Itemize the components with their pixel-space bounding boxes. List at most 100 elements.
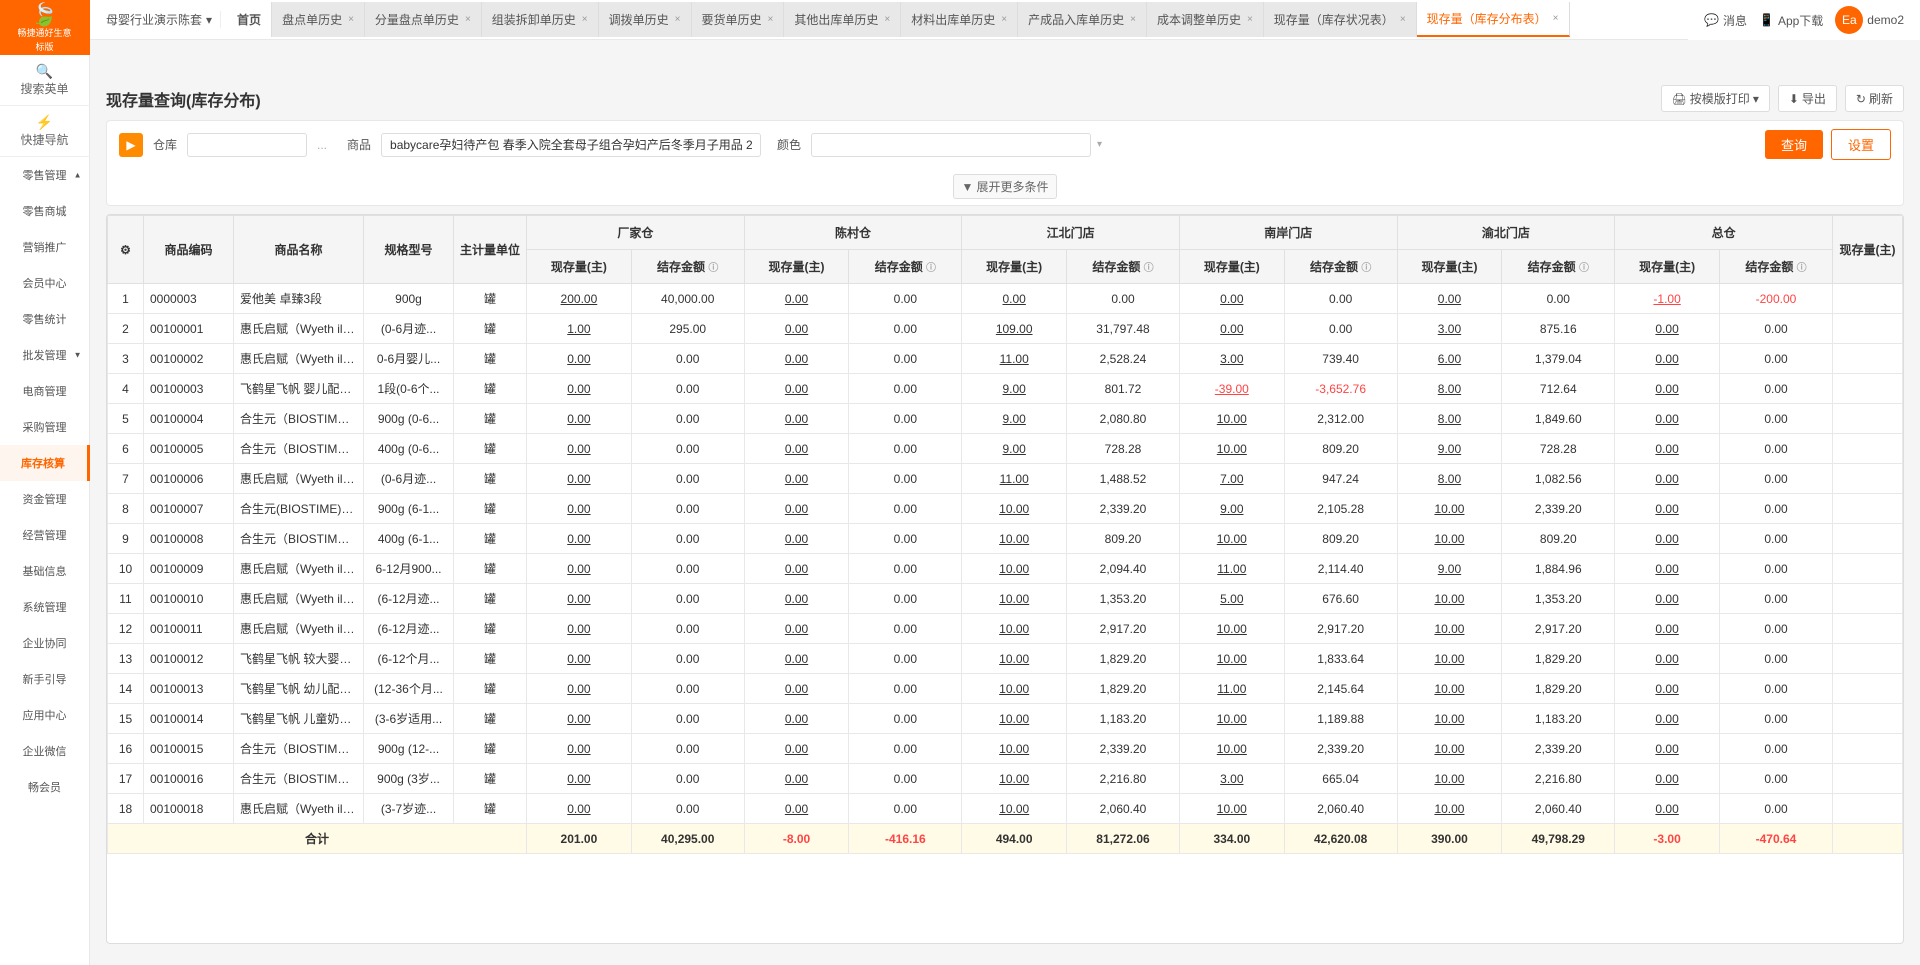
row-code: 00100008 [144, 524, 234, 554]
table-row: 2 00100001 惠氏启赋（Wyeth illu... (0-6月迹... … [108, 314, 1903, 344]
tab-other-outbound[interactable]: 其他出库单历史× [784, 2, 901, 37]
row-total-amount: 0.00 [1719, 404, 1832, 434]
tab-stock-dist[interactable]: 现存量（库存分布表）× [1417, 2, 1570, 37]
row-jiangbei-amount: 2,060.40 [1067, 794, 1180, 824]
row-nanan-amount: 1,833.64 [1284, 644, 1397, 674]
row-num: 16 [108, 734, 144, 764]
row-total-stock: 0.00 [1615, 614, 1720, 644]
sidebar-item-wechat[interactable]: 企业微信 [0, 733, 90, 769]
row-extra [1833, 284, 1903, 314]
tab-home[interactable]: 首页 [227, 2, 272, 37]
tab-material-outbound[interactable]: 材料出库单历史× [901, 2, 1018, 37]
tab-assemble[interactable]: 组装拆卸单历史× [482, 2, 599, 37]
tab-cost-adjust[interactable]: 成本调整单历史× [1147, 2, 1264, 37]
sidebar-item-guide[interactable]: 新手引导 [0, 661, 90, 697]
row-name: 合生元（BIOSTIME）... [234, 764, 364, 794]
row-factory-stock: 0.00 [527, 674, 632, 704]
sidebar-item-operation[interactable]: 经营管理 [0, 517, 90, 553]
col-settings-header[interactable]: ⚙ [108, 216, 144, 284]
row-chen-amount: 0.00 [849, 434, 962, 464]
setting-button[interactable]: 设置 [1831, 129, 1891, 160]
industry-selector[interactable]: 母婴行业演示陈套 ▾ [98, 11, 221, 28]
row-yubei-amount: 728.28 [1502, 434, 1615, 464]
row-nanan-amount: 947.24 [1284, 464, 1397, 494]
color-input[interactable] [811, 133, 1091, 157]
row-factory-stock: 200.00 [527, 284, 632, 314]
row-num: 18 [108, 794, 144, 824]
sidebar: 🍃 畅捷通好生意 标版 🔍 搜索英单 ⚡ 快捷导航 零售管理 ▲ 零售商城 营销… [0, 0, 90, 965]
warehouse-input[interactable] [187, 133, 307, 157]
jiangbei-amount-header: 结存金额 ⓘ [1067, 250, 1180, 284]
tab-product-inbound[interactable]: 产成品入库单历史× [1018, 2, 1147, 37]
row-factory-stock: 0.00 [527, 434, 632, 464]
sidebar-item-ecommerce[interactable]: 电商管理 [0, 373, 90, 409]
message-btn[interactable]: 💬 消息 [1704, 12, 1747, 29]
sidebar-item-enterprise[interactable]: 企业协同 [0, 625, 90, 661]
sidebar-item-system[interactable]: 系统管理 [0, 589, 90, 625]
expand-conditions-btn[interactable]: ▼ 展开更多条件 [953, 174, 1058, 199]
table-row: 5 00100004 合生元（BIOSTIME）... 900g (0-6...… [108, 404, 1903, 434]
print-btn[interactable]: 🖨 按模版打印 ▾ [1661, 85, 1770, 112]
sidebar-item-finance[interactable]: 资金管理 [0, 481, 90, 517]
sidebar-item-basics[interactable]: 基础信息 [0, 553, 90, 589]
row-chen-stock: 0.00 [744, 554, 849, 584]
row-factory-stock: 0.00 [527, 734, 632, 764]
search-toggle-btn[interactable]: ▶ [119, 133, 143, 157]
sidebar-item-wholesale[interactable]: 批发管理 ▼ [0, 337, 90, 373]
tab-partial-check[interactable]: 分量盘点单历史× [365, 2, 482, 37]
row-factory-stock: 0.00 [527, 344, 632, 374]
sidebar-item-apps[interactable]: 应用中心 [0, 697, 90, 733]
row-extra [1833, 644, 1903, 674]
tab-requisition[interactable]: 要货单历史× [692, 2, 785, 37]
row-yubei-stock: 10.00 [1397, 674, 1502, 704]
search-entry[interactable]: 🔍 搜索英单 [0, 55, 90, 106]
row-yubei-amount: 1,082.56 [1502, 464, 1615, 494]
row-factory-amount: 0.00 [631, 344, 744, 374]
sidebar-item-member[interactable]: 会员中心 [0, 265, 90, 301]
row-num: 2 [108, 314, 144, 344]
row-factory-amount: 0.00 [631, 494, 744, 524]
row-factory-amount: 0.00 [631, 734, 744, 764]
row-yubei-amount: 2,216.80 [1502, 764, 1615, 794]
product-input[interactable] [381, 133, 761, 157]
sidebar-item-marketing[interactable]: 营销推广 [0, 229, 90, 265]
summary-yubei-amount: 49,798.29 [1502, 824, 1615, 854]
top-header: 母婴行业演示陈套 ▾ 首页 盘点单历史× 分量盘点单历史× 组装拆卸单历史× 调… [90, 0, 1920, 40]
table-container[interactable]: ⚙ 商品编码 商品名称 规格型号 主计量单位 厂家仓 陈村仓 江北门店 南岸门店… [106, 214, 1904, 944]
row-chen-amount: 0.00 [849, 524, 962, 554]
row-factory-stock: 0.00 [527, 374, 632, 404]
warehouse-select-btn[interactable]: ... [313, 138, 331, 152]
row-extra [1833, 704, 1903, 734]
total-stock-header: 现存量(主) [1615, 250, 1720, 284]
user-menu[interactable]: Ea demo2 [1835, 6, 1904, 34]
tab-stock-status[interactable]: 现存量（库存状况表）× [1264, 2, 1417, 37]
row-nanan-stock: 10.00 [1179, 434, 1284, 464]
row-jiangbei-stock: 10.00 [962, 704, 1067, 734]
query-button[interactable]: 查询 [1765, 130, 1823, 159]
header-right-actions: 💬 消息 📱 App下载 Ea demo2 [1688, 0, 1920, 40]
row-spec: (3-6岁适用... [364, 704, 454, 734]
row-jiangbei-amount: 728.28 [1067, 434, 1180, 464]
sidebar-item-retail-mgmt[interactable]: 零售管理 ▲ [0, 157, 90, 193]
row-num: 15 [108, 704, 144, 734]
warehouse-field: 仓库 ... [153, 133, 331, 157]
nanan-stock-header: 现存量(主) [1179, 250, 1284, 284]
sidebar-item-retail-shop[interactable]: 零售商城 [0, 193, 90, 229]
tab-transfer[interactable]: 调拨单历史× [599, 2, 692, 37]
tab-inventory-check[interactable]: 盘点单历史× [272, 2, 365, 37]
row-unit: 罐 [454, 644, 527, 674]
export-btn[interactable]: ⬇ 导出 [1778, 85, 1837, 112]
app-download-btn[interactable]: 📱 App下载 [1759, 12, 1823, 29]
row-jiangbei-amount: 2,216.80 [1067, 764, 1180, 794]
row-yubei-stock: 9.00 [1397, 434, 1502, 464]
col-yubei-header: 渝北门店 [1397, 216, 1615, 250]
refresh-btn[interactable]: ↻ 刷新 [1845, 85, 1904, 112]
app-logo[interactable]: 🍃 畅捷通好生意 标版 [0, 0, 90, 55]
col-code-header: 商品编码 [144, 216, 234, 284]
sidebar-item-member2[interactable]: 畅会员 [0, 769, 90, 805]
quick-nav[interactable]: ⚡ 快捷导航 [0, 106, 90, 157]
sidebar-item-inventory[interactable]: 库存核算 [0, 445, 90, 481]
row-total-amount: 0.00 [1719, 494, 1832, 524]
sidebar-item-purchase[interactable]: 采购管理 [0, 409, 90, 445]
sidebar-item-retail-stats[interactable]: 零售统计 [0, 301, 90, 337]
